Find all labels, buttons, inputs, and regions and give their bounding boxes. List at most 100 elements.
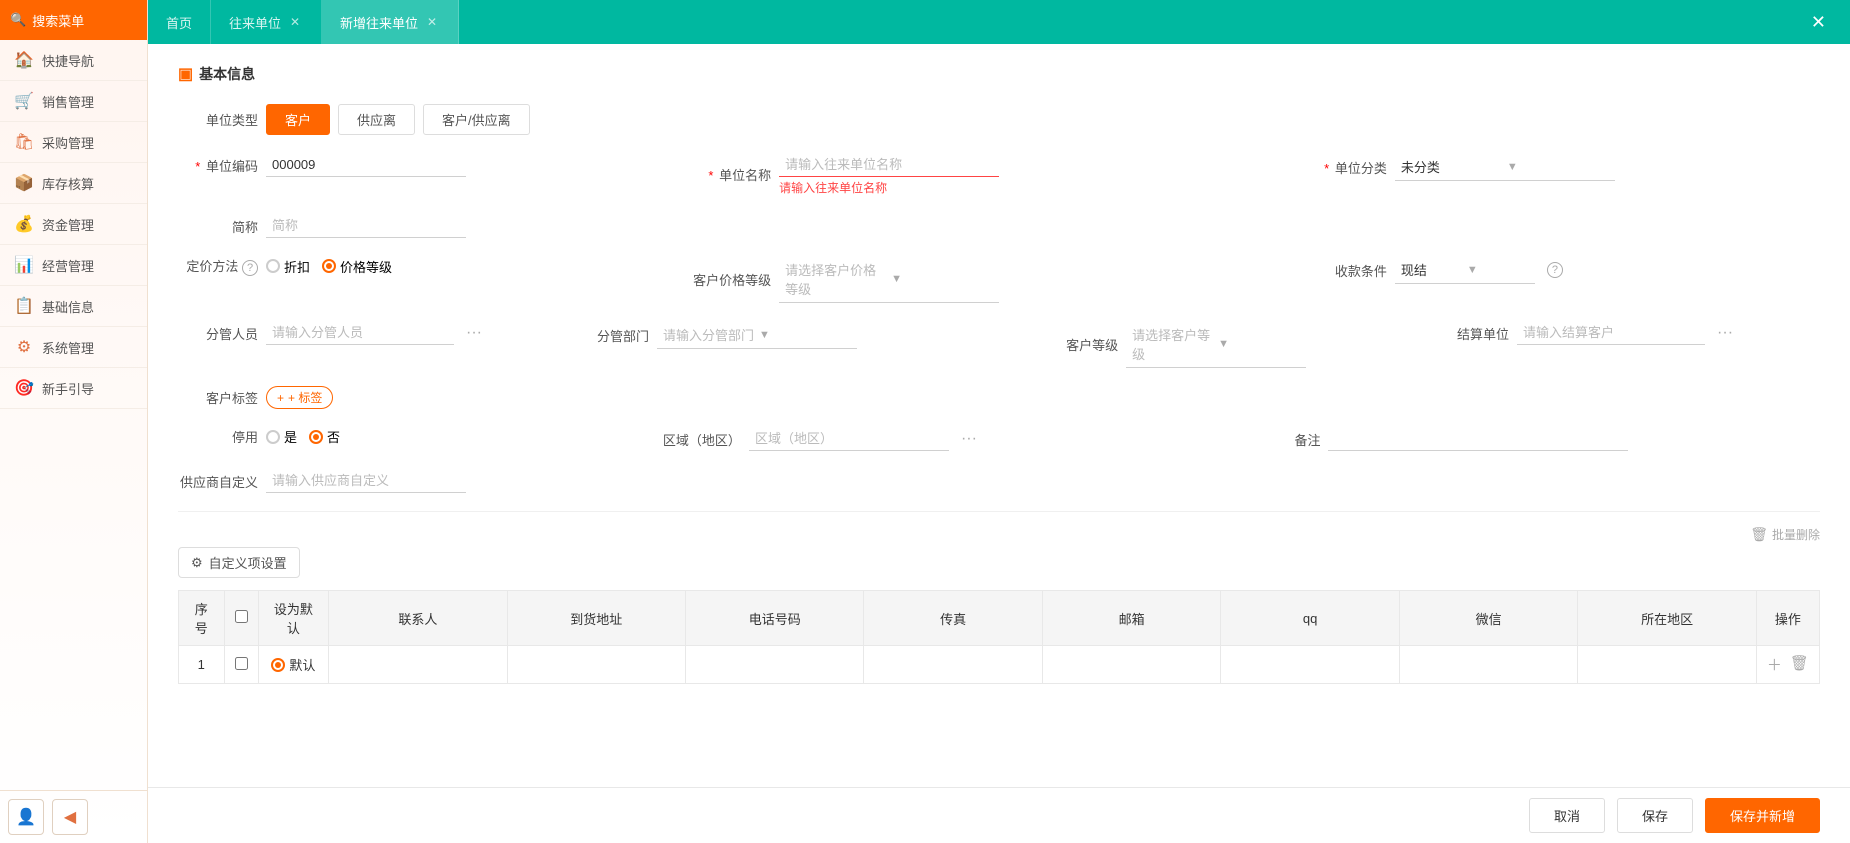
- tabbar-close-all[interactable]: ✕: [1803, 8, 1834, 37]
- sidebar-item-operations[interactable]: 📊 经营管理: [0, 245, 147, 286]
- row-phone-input[interactable]: [696, 657, 853, 672]
- row-address[interactable]: [507, 646, 685, 684]
- sidebar-item-purchase[interactable]: 🛍 采购管理: [0, 122, 147, 163]
- search-icon: 🔍: [10, 12, 26, 28]
- save-new-button[interactable]: 保存并新增: [1705, 798, 1820, 833]
- sidebar-item-basic[interactable]: 📋 基础信息: [0, 286, 147, 327]
- sidebar-expand-btn[interactable]: ◀: [52, 799, 88, 835]
- add-icon: +: [277, 391, 284, 405]
- main-area: 首页 往来单位 ✕ 新增往来单位 ✕ ✕ ▣ 基本信息 单位类型 客户 供应离 …: [148, 0, 1850, 843]
- sidebar-item-guide[interactable]: 🎯 新手引导: [0, 368, 147, 409]
- row-contact-input[interactable]: [339, 657, 496, 672]
- customer-price-level-placeholder: 请选择客户价格等级: [785, 260, 887, 298]
- sidebar-item-quick-nav[interactable]: 🏠 快捷导航: [0, 40, 147, 81]
- sidebar-search[interactable]: 🔍 搜索菜单: [0, 0, 147, 40]
- customer-price-level-label: 客户价格等级: [691, 270, 771, 289]
- row-checkbox[interactable]: [224, 646, 258, 684]
- tab-home[interactable]: 首页: [148, 0, 211, 44]
- row-address-input[interactable]: [518, 657, 675, 672]
- row-email[interactable]: [1042, 646, 1220, 684]
- region-label: 区域（地区）: [661, 430, 741, 449]
- row-wechat-input[interactable]: [1410, 657, 1567, 672]
- sidebar-item-system[interactable]: ⚙ 系统管理: [0, 327, 147, 368]
- disable-no-option[interactable]: 否: [309, 427, 340, 446]
- unit-code-row: * 单位编码 * 单位名称 请输入往来单位名称 *: [178, 153, 1820, 196]
- settlement-unit-input[interactable]: [1517, 321, 1705, 345]
- pricing-price-level-option[interactable]: 价格等级: [322, 257, 392, 276]
- row-actions: ＋ 🗑: [1756, 646, 1819, 684]
- customer-level-select[interactable]: 请选择客户等级 ▼: [1126, 321, 1306, 368]
- disable-yes-radio[interactable]: [266, 430, 280, 444]
- type-btn-customer[interactable]: 客户: [266, 104, 330, 135]
- col-checkbox[interactable]: [224, 591, 258, 646]
- sidebar-item-inventory[interactable]: 📦 库存核算: [0, 163, 147, 204]
- row-email-input[interactable]: [1053, 657, 1210, 672]
- row-default-radio-item[interactable]: 默认: [269, 655, 319, 674]
- row-select-checkbox[interactable]: [235, 657, 248, 670]
- row-fax-input[interactable]: [874, 657, 1031, 672]
- disable-row: 停用 是 否 区域（地区） ···: [178, 427, 1820, 451]
- remark-input[interactable]: [1328, 427, 1628, 451]
- settlement-unit-more-btn[interactable]: ···: [1713, 324, 1737, 342]
- chevron-down-icon2: ▼: [891, 273, 993, 285]
- row-qq[interactable]: [1221, 646, 1400, 684]
- manager-input[interactable]: [266, 321, 454, 345]
- row-default-radio[interactable]: [271, 658, 285, 672]
- manager-more-btn[interactable]: ···: [462, 324, 486, 342]
- short-name-row: 简称: [178, 214, 1820, 238]
- row-fax[interactable]: [864, 646, 1042, 684]
- batch-delete-area: 🗑 批量删除: [178, 526, 1820, 543]
- row-default[interactable]: 默认: [258, 646, 329, 684]
- tab-new-contact-close[interactable]: ✕: [424, 14, 440, 30]
- row-region-input[interactable]: [1588, 657, 1745, 672]
- tab-contacts-close[interactable]: ✕: [287, 14, 303, 30]
- table-row: 1 默认: [179, 646, 1820, 684]
- pricing-price-level-radio[interactable]: [322, 259, 336, 273]
- pricing-discount-option[interactable]: 折扣: [266, 257, 310, 276]
- tab-new-contact[interactable]: 新增往来单位 ✕: [322, 0, 459, 44]
- select-all-checkbox[interactable]: [235, 610, 248, 623]
- type-btn-both[interactable]: 客户/供应离: [423, 104, 530, 135]
- row-add-btn[interactable]: ＋: [1767, 654, 1782, 675]
- section-divider: [178, 511, 1820, 512]
- payment-terms-select[interactable]: 现结 ▼: [1395, 256, 1535, 284]
- pricing-discount-radio[interactable]: [266, 259, 280, 273]
- short-name-input[interactable]: [266, 214, 466, 238]
- unit-name-input[interactable]: [779, 153, 999, 177]
- chevron-down-icon3: ▼: [1467, 264, 1529, 276]
- unit-code-input[interactable]: [266, 153, 466, 177]
- chevron-down-icon5: ▼: [1218, 338, 1300, 350]
- department-select[interactable]: 请输入分管部门 ▼: [657, 321, 857, 349]
- row-delete-btn[interactable]: 🗑: [1790, 654, 1809, 675]
- type-btn-supplier[interactable]: 供应离: [338, 104, 415, 135]
- pricing-info-icon[interactable]: ?: [242, 260, 258, 276]
- tab-contacts[interactable]: 往来单位 ✕: [211, 0, 322, 44]
- row-contact[interactable]: [329, 646, 507, 684]
- settlement-unit-field: 结算单位 ···: [1429, 321, 1820, 345]
- batch-delete-label[interactable]: 批量删除: [1772, 526, 1820, 543]
- row-wechat[interactable]: [1399, 646, 1577, 684]
- region-input[interactable]: [749, 427, 949, 451]
- add-tag-button[interactable]: + + 标签: [266, 386, 333, 409]
- custom-setting-button[interactable]: ⚙ 自定义项设置: [178, 547, 300, 578]
- disable-yes-label: 是: [284, 427, 297, 446]
- supplier-custom-input[interactable]: [266, 469, 466, 493]
- row-region[interactable]: [1578, 646, 1756, 684]
- save-button[interactable]: 保存: [1617, 798, 1693, 833]
- sidebar-item-finance[interactable]: 💰 资金管理: [0, 204, 147, 245]
- contact-table: 序号 设为默认 联系人 到货地址 电话号码 传真 邮箱 qq 微信 所在地区 操…: [178, 590, 1820, 684]
- disable-yes-option[interactable]: 是: [266, 427, 297, 446]
- cancel-button[interactable]: 取消: [1529, 798, 1605, 833]
- sidebar-user-btn[interactable]: 👤: [8, 799, 44, 835]
- unit-category-select[interactable]: 未分类 ▼: [1395, 153, 1615, 181]
- disable-no-radio[interactable]: [309, 430, 323, 444]
- row-phone[interactable]: [686, 646, 864, 684]
- row-qq-input[interactable]: [1231, 657, 1389, 672]
- region-field: 区域（地区） ···: [661, 427, 1241, 451]
- region-more-btn[interactable]: ···: [957, 430, 981, 448]
- customer-price-level-select[interactable]: 请选择客户价格等级 ▼: [779, 256, 999, 303]
- tabbar: 首页 往来单位 ✕ 新增往来单位 ✕ ✕: [148, 0, 1850, 44]
- sidebar-search-label: 搜索菜单: [32, 11, 84, 30]
- sidebar-item-sales[interactable]: 🛒 销售管理: [0, 81, 147, 122]
- payment-terms-info-icon[interactable]: ?: [1547, 262, 1563, 278]
